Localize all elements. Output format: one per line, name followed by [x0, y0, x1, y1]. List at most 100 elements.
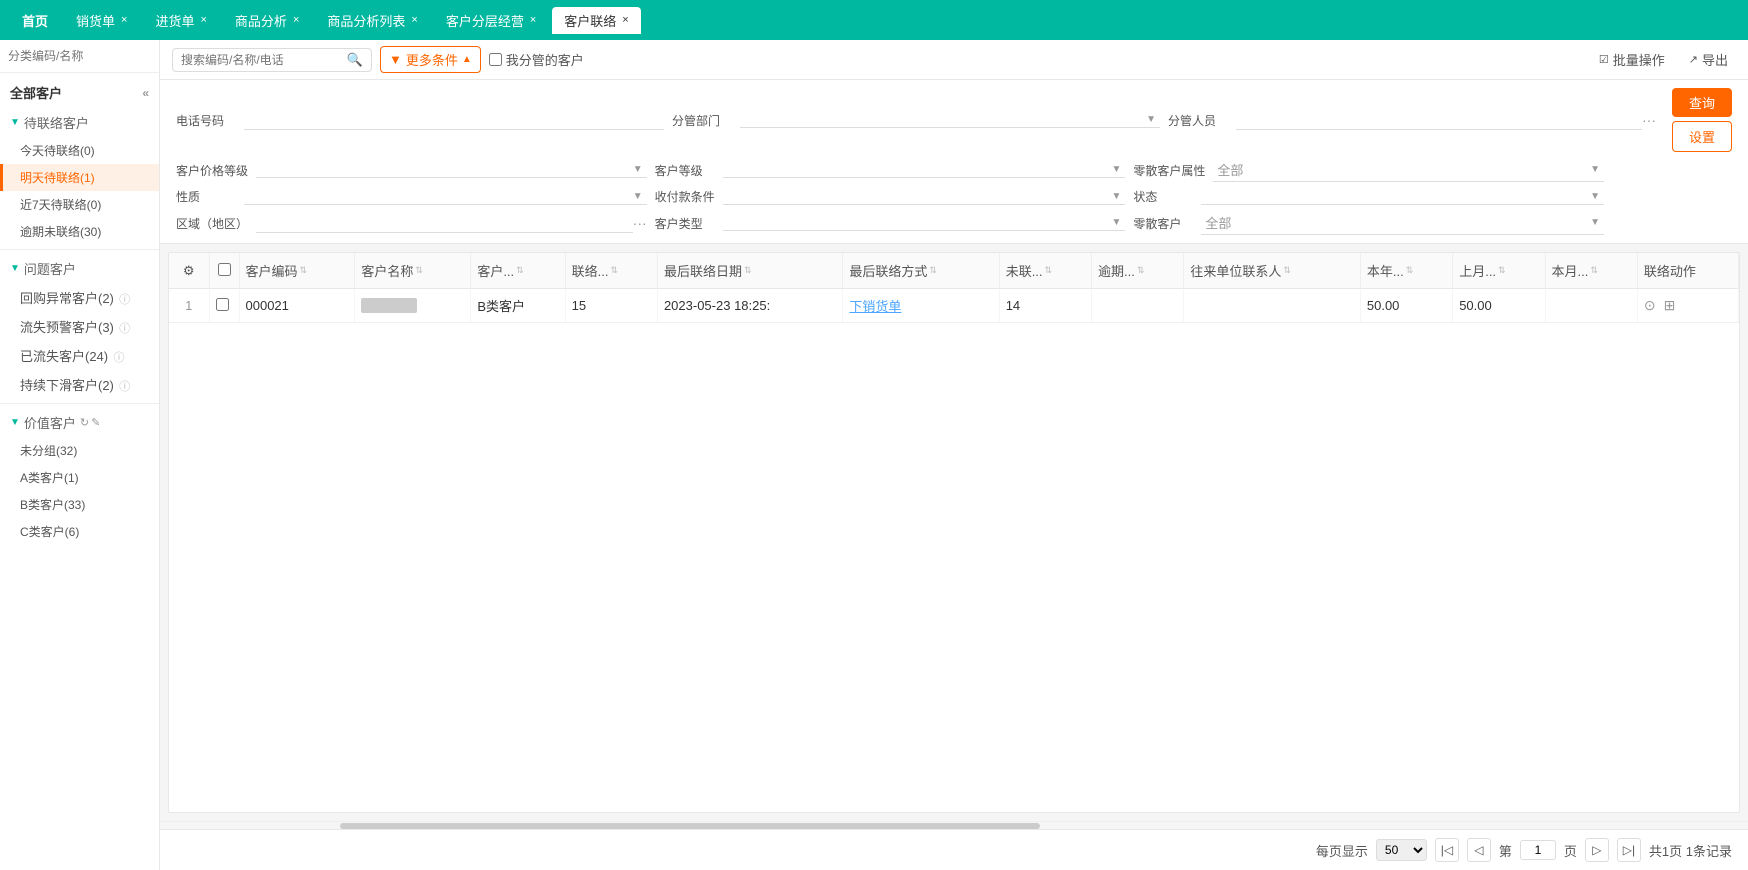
sort-icon-code[interactable]: ⇅ — [300, 265, 308, 276]
batch-op-btn[interactable]: ☑ 批量操作 — [1591, 47, 1673, 72]
cell-this-month-amt — [1545, 289, 1637, 323]
more-action-icon[interactable]: ⊞ — [1664, 297, 1676, 314]
cell-last-method[interactable]: 下销货单 — [843, 289, 999, 323]
sidebar-item-tomorrow-contact[interactable]: 明天待联络(1) — [0, 164, 159, 191]
nav-home[interactable]: 首页 — [10, 7, 60, 34]
col-checkbox[interactable] — [209, 253, 239, 289]
table-scrollbar[interactable] — [160, 821, 1748, 829]
sort-icon-count[interactable]: ⇅ — [610, 265, 618, 276]
pay-condition-chevron-icon: ▼ — [1111, 191, 1121, 202]
sidebar-item-b-class[interactable]: B类客户(33) — [0, 491, 159, 518]
person-input[interactable] — [1236, 111, 1642, 130]
next-page-btn[interactable]: ▷ — [1585, 838, 1609, 862]
close-product-list-icon[interactable]: × — [411, 14, 417, 26]
filter-price-grade: 客户价格等级 ▼ — [176, 162, 647, 179]
cust-grade-select[interactable]: ▼ — [723, 162, 1126, 178]
batch-op-icon: ☑ — [1599, 53, 1609, 66]
filter-pay-condition: 收付款条件 ▼ — [655, 188, 1126, 205]
sidebar-item-ungroup[interactable]: 未分组(32) — [0, 437, 159, 464]
close-product-analysis-icon[interactable]: × — [293, 14, 299, 26]
cell-checkbox[interactable] — [209, 289, 239, 323]
nav-product-analysis-list[interactable]: 商品分析列表 × — [315, 7, 429, 34]
nav-product-analysis[interactable]: 商品分析 × — [223, 7, 311, 34]
pay-condition-select[interactable]: ▼ — [723, 189, 1126, 205]
customer-table: ⚙ 客户编码⇅ 客户名称⇅ 客户...⇅ 联络...⇅ 最后联络日期⇅ 最后联络… — [169, 253, 1739, 323]
last-method-link[interactable]: 下销货单 — [849, 299, 901, 314]
nav-purchase-order[interactable]: 进货单 × — [143, 7, 218, 34]
sidebar-item-a-class[interactable]: A类客户(1) — [0, 464, 159, 491]
filter-search-input[interactable] — [181, 53, 343, 67]
export-btn[interactable]: ↗ 导出 — [1681, 47, 1736, 72]
refresh-icon[interactable]: ↻ — [80, 416, 89, 429]
sort-icon-name[interactable]: ⇅ — [415, 265, 423, 276]
cell-year-amt: 50.00 — [1360, 289, 1452, 323]
col-last-method: 最后联络方式⇅ — [843, 253, 999, 289]
sort-icon-lmonth[interactable]: ⇅ — [1498, 265, 1506, 276]
filter-search-box: 🔍 — [172, 48, 372, 72]
scrollbar-thumb[interactable] — [340, 823, 1040, 829]
sort-icon-year[interactable]: ⇅ — [1406, 265, 1414, 276]
phone-input[interactable] — [244, 111, 664, 130]
page-number-input[interactable] — [1520, 840, 1556, 860]
prev-page-btn[interactable]: ◁ — [1467, 838, 1491, 862]
export-icon: ↗ — [1689, 53, 1698, 66]
cust-type-select[interactable]: ▼ — [723, 215, 1126, 231]
settings-btn[interactable]: 设置 — [1672, 121, 1732, 152]
sort-icon-date[interactable]: ⇅ — [744, 265, 752, 276]
person-more-icon[interactable]: ··· — [1642, 112, 1656, 128]
retail-attr-select[interactable]: 全部 ▼ — [1213, 158, 1604, 182]
nature-select[interactable]: ▼ — [244, 189, 647, 205]
close-purchase-icon[interactable]: × — [200, 14, 206, 26]
sidebar-item-c-class[interactable]: C类客户(6) — [0, 518, 159, 545]
filter-more-conditions-btn[interactable]: ▼ 更多条件 ▲ — [380, 46, 481, 73]
sidebar-group-pending-contact[interactable]: ▼ 待联络客户 — [0, 108, 159, 137]
sort-icon-tmonth[interactable]: ⇅ — [1590, 265, 1598, 276]
col-gear[interactable]: ⚙ — [169, 253, 209, 289]
region-input[interactable] — [256, 214, 633, 233]
sidebar-item-churn-warning[interactable]: 流失预警客户(3) ⓘ — [0, 312, 159, 341]
col-code: 客户编码⇅ — [239, 253, 355, 289]
sidebar-item-repurchase-abnormal[interactable]: 回购异常客户(2) ⓘ — [0, 283, 159, 312]
close-sales-order-icon[interactable]: × — [121, 14, 127, 26]
select-all-checkbox[interactable] — [218, 263, 231, 276]
sidebar-item-today-contact[interactable]: 今天待联络(0) — [0, 137, 159, 164]
sidebar-group-value-customer[interactable]: ▼ 价值客户 ↻ ✎ — [0, 408, 159, 437]
page-unit-label: 页 — [1564, 841, 1577, 860]
last-page-btn[interactable]: ▷| — [1617, 838, 1641, 862]
per-page-select[interactable]: 50 100 200 — [1376, 839, 1427, 861]
sidebar-group-problem-customer[interactable]: ▼ 问题客户 — [0, 254, 159, 283]
sort-icon-contact[interactable]: ⇅ — [1283, 265, 1291, 276]
sort-icon-method[interactable]: ⇅ — [929, 265, 937, 276]
nav-customer-contact[interactable]: 客户联络 × — [552, 7, 640, 34]
dept-select[interactable]: ▼ — [740, 112, 1160, 128]
first-page-btn[interactable]: |◁ — [1435, 838, 1459, 862]
sidebar-search-input[interactable] — [8, 49, 163, 63]
edit-icon[interactable]: ✎ — [91, 416, 100, 429]
chevron-up-icon: ▲ — [462, 54, 472, 65]
content-area: 🔍 ▼ 更多条件 ▲ 我分管的客户 ☑ 批量操作 ↗ 导出 — [160, 40, 1748, 870]
sort-icon-ctype[interactable]: ⇅ — [516, 265, 524, 276]
close-customer-tier-icon[interactable]: × — [530, 14, 536, 26]
sidebar-item-declining[interactable]: 持续下滑客户(2) ⓘ — [0, 370, 159, 399]
nav-customer-tier[interactable]: 客户分层经营 × — [434, 7, 548, 34]
region-more-icon[interactable]: ··· — [633, 215, 647, 231]
sidebar-item-7day-contact[interactable]: 近7天待联络(0) — [0, 191, 159, 218]
sidebar-item-churned[interactable]: 已流失客户(24) ⓘ — [0, 341, 159, 370]
sidebar-item-overdue-contact[interactable]: 逾期未联络(30) — [0, 218, 159, 245]
filter-status: 状态 ▼ — [1133, 188, 1604, 205]
query-btn[interactable]: 查询 — [1672, 88, 1732, 117]
price-grade-select[interactable]: ▼ — [256, 162, 647, 178]
sort-icon-overdue[interactable]: ⇅ — [1137, 265, 1145, 276]
filter-search-icon[interactable]: 🔍 — [347, 52, 363, 68]
nav-sales-order[interactable]: 销货单 × — [64, 7, 139, 34]
sort-icon-uncontact[interactable]: ⇅ — [1045, 265, 1053, 276]
close-customer-contact-icon[interactable]: × — [622, 14, 628, 26]
row-checkbox[interactable] — [216, 298, 229, 311]
filter-cust-type: 客户类型 ▼ — [655, 215, 1126, 232]
sidebar-all-customers[interactable]: 全部客户 « — [0, 77, 159, 108]
my-customers-checkbox-container[interactable]: 我分管的客户 — [489, 50, 584, 69]
status-select[interactable]: ▼ — [1201, 189, 1604, 205]
edit-action-icon[interactable]: ⊙ — [1644, 297, 1656, 314]
retail-cust-select[interactable]: 全部 ▼ — [1201, 211, 1604, 235]
my-customers-checkbox[interactable] — [489, 53, 502, 66]
